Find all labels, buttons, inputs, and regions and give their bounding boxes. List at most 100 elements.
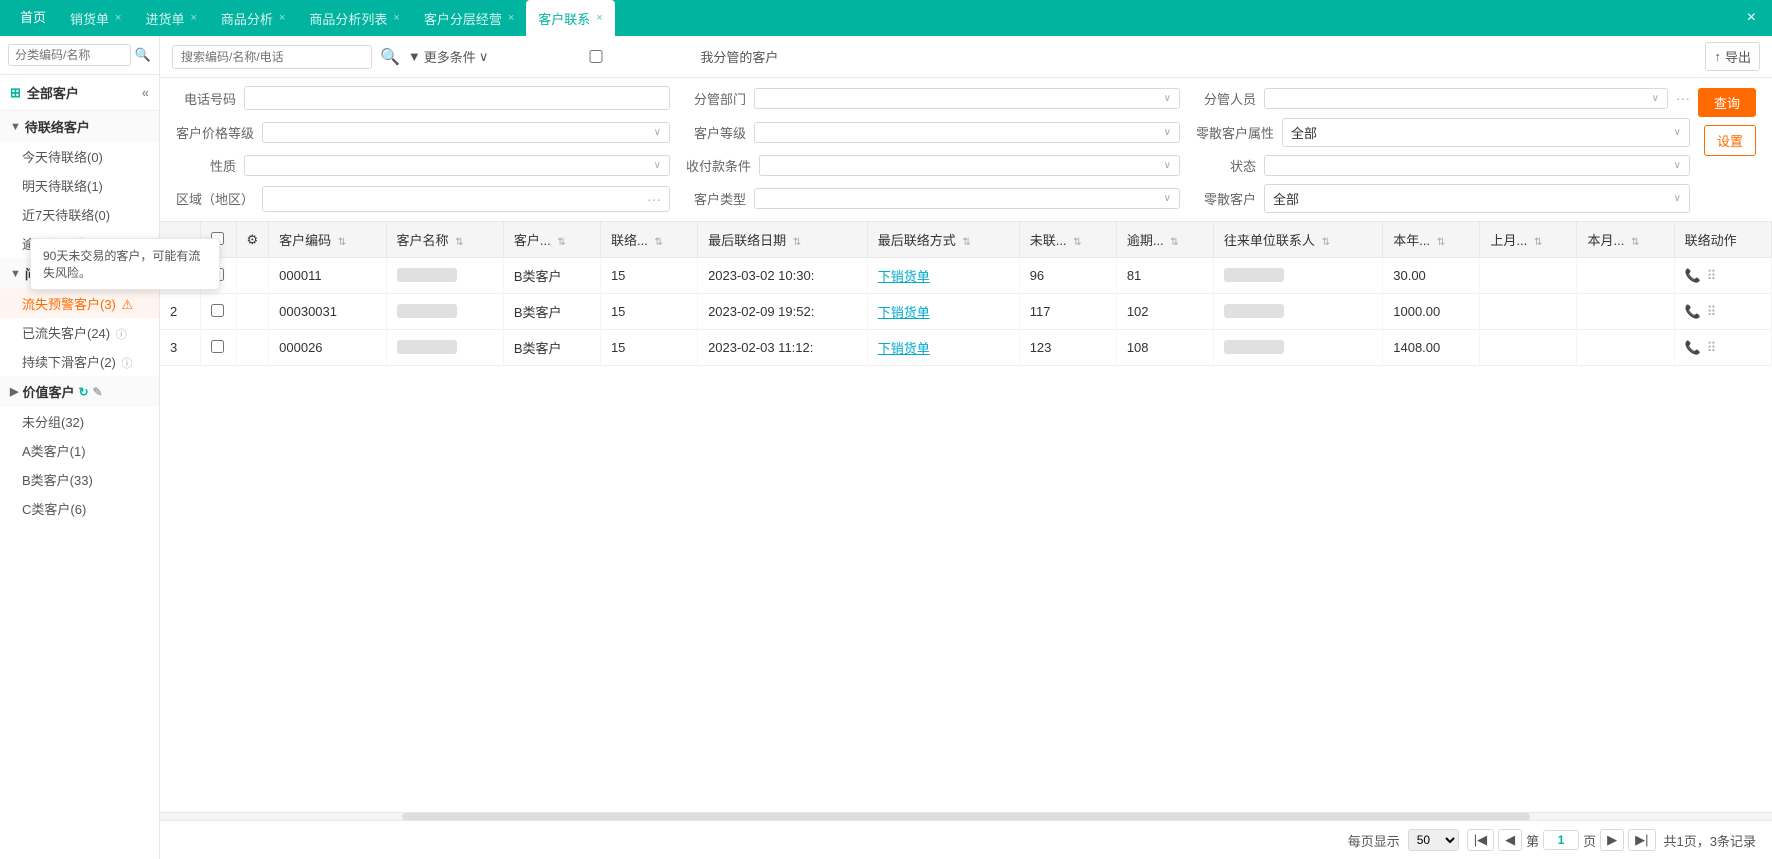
filter-retail-attr-select[interactable]: 全部 ∨ xyxy=(1282,118,1690,147)
next-page-button[interactable]: ▶ xyxy=(1600,829,1624,851)
sort-icon-name[interactable]: ⇅ xyxy=(455,237,463,248)
cell-name xyxy=(386,258,503,294)
prev-page-button[interactable]: ◀ xyxy=(1498,829,1522,851)
sidebar-item-ungrouped[interactable]: 未分组(32) xyxy=(0,407,159,436)
more-button-region[interactable]: ··· xyxy=(647,191,661,207)
filter-person-select[interactable]: ∨ xyxy=(1264,88,1668,109)
filter-nature-select[interactable]: ∨ xyxy=(244,155,670,176)
collapse-icon[interactable]: « xyxy=(142,85,149,100)
nav-tab-shangpin-fenxi[interactable]: 商品分析 × xyxy=(209,0,297,36)
filter-settings-button[interactable]: 设置 xyxy=(1704,125,1756,156)
search-input[interactable] xyxy=(172,45,372,69)
action-phone-icon[interactable]: 📞 xyxy=(1685,304,1701,320)
sidebar-all-customers[interactable]: ⊞ 全部客户 « xyxy=(0,75,159,111)
row-checkbox[interactable] xyxy=(211,340,224,353)
cell-checkbox[interactable] xyxy=(200,294,236,330)
sort-icon-contact[interactable]: ⇅ xyxy=(654,237,662,248)
filter-status-select[interactable]: ∨ xyxy=(1264,155,1690,176)
th-last-month: 上月... ⇅ xyxy=(1480,222,1577,258)
action-more-icon[interactable]: ⠿ xyxy=(1707,340,1717,356)
filter-customer-level-select[interactable]: ∨ xyxy=(754,122,1180,143)
row-checkbox[interactable] xyxy=(211,304,224,317)
close-tab-shangpin-fenxi[interactable]: × xyxy=(279,12,285,24)
cell-last-method[interactable]: 下销货单 xyxy=(867,258,1019,294)
last-method-link[interactable]: 下销货单 xyxy=(878,305,930,320)
filter-payment-select[interactable]: ∨ xyxy=(759,155,1180,176)
my-customer-checkbox[interactable] xyxy=(496,50,696,63)
sort-icon-ty[interactable]: ⇅ xyxy=(1437,237,1445,248)
filter-price-level-select[interactable]: ∨ xyxy=(262,122,670,143)
action-phone-icon[interactable]: 📞 xyxy=(1685,268,1701,284)
nav-tab-kehu-fenceng[interactable]: 客户分层经营 × xyxy=(412,0,526,36)
filter-region-select[interactable]: ··· xyxy=(262,186,670,212)
sidebar-item-declining[interactable]: 持续下滑客户(2) ⓘ xyxy=(0,347,159,376)
sort-icon-nc[interactable]: ⇅ xyxy=(1073,237,1081,248)
cell-last-month xyxy=(1480,294,1577,330)
close-tab-xiaohuo[interactable]: × xyxy=(115,12,121,24)
sidebar-item-7days[interactable]: 近7天待联络(0) xyxy=(0,200,159,229)
sidebar-item-today[interactable]: 今天待联络(0) xyxy=(0,142,159,171)
sidebar-item-lost[interactable]: 已流失客户(24) ⓘ xyxy=(0,318,159,347)
close-window-button[interactable]: × xyxy=(1739,9,1764,27)
last-method-link[interactable]: 下销货单 xyxy=(878,341,930,356)
sort-icon-tm[interactable]: ⇅ xyxy=(1631,237,1639,248)
per-page-select[interactable]: 50 100 200 xyxy=(1408,829,1459,851)
sidebar-item-b-class[interactable]: B类客户(33) xyxy=(0,465,159,494)
more-button-person[interactable]: ··· xyxy=(1676,90,1690,106)
sidebar-item-lost-warning[interactable]: 流失预警客户(3) ⚠ xyxy=(0,289,159,318)
cell-last-method[interactable]: 下销货单 xyxy=(867,330,1019,366)
close-tab-kehu-fenceng[interactable]: × xyxy=(508,12,514,24)
first-page-button[interactable]: |◀ xyxy=(1467,829,1494,851)
my-customer-checkbox-wrap[interactable]: 我分管的客户 xyxy=(496,47,778,66)
export-button[interactable]: ↑ 导出 xyxy=(1705,42,1760,71)
close-tab-kehu-lianxi[interactable]: × xyxy=(596,12,602,24)
nav-tab-jinghuo[interactable]: 进货单 × xyxy=(133,0,208,36)
sidebar-group-waiting[interactable]: ▼ 待联络客户 xyxy=(0,111,159,142)
nav-home[interactable]: 首页 xyxy=(8,0,58,36)
filter-dept-select[interactable]: ∨ xyxy=(754,88,1180,109)
chevron-down-icon-rc: ∨ xyxy=(1674,193,1681,204)
scrollbar-area[interactable] xyxy=(160,812,1772,820)
nav-tab-kehu-lianxi[interactable]: 客户联系 × xyxy=(526,0,614,36)
refresh-icon[interactable]: ↻ xyxy=(78,385,88,399)
cell-checkbox[interactable] xyxy=(200,330,236,366)
sort-icon-overdue[interactable]: ⇅ xyxy=(1170,237,1178,248)
th-unit-contact: 往来单位联系人 ⇅ xyxy=(1213,222,1382,258)
search-button[interactable]: 🔍 xyxy=(380,47,400,67)
filter-phone-input[interactable] xyxy=(244,86,670,110)
filter-button[interactable]: ▼ 更多条件 ∨ xyxy=(408,47,488,66)
sidebar-item-a-class[interactable]: A类客户(1) xyxy=(0,436,159,465)
edit-icon[interactable]: ✎ xyxy=(93,385,103,399)
sidebar-search-area: 🔍 xyxy=(0,36,159,75)
page-input[interactable] xyxy=(1543,830,1579,850)
sidebar-item-c-class[interactable]: C类客户(6) xyxy=(0,494,159,523)
action-phone-icon[interactable]: 📞 xyxy=(1685,340,1701,356)
sort-icon-method[interactable]: ⇅ xyxy=(962,237,970,248)
sidebar-search-icon[interactable]: 🔍 xyxy=(135,47,151,63)
sidebar-group-value[interactable]: ▶ 价值客户 ↻ ✎ xyxy=(0,376,159,407)
action-more-icon[interactable]: ⠿ xyxy=(1707,304,1717,320)
nav-tab-xiaohuo[interactable]: 销货单 × xyxy=(58,0,133,36)
filter-customer-type-select[interactable]: ∨ xyxy=(754,188,1180,209)
sidebar-search-input[interactable] xyxy=(8,44,131,66)
th-settings[interactable]: ⚙ xyxy=(236,222,269,258)
sort-icon-code[interactable]: ⇅ xyxy=(338,237,346,248)
filter-phone-label: 电话号码 xyxy=(176,89,236,108)
cell-last-method[interactable]: 下销货单 xyxy=(867,294,1019,330)
sort-icon-date[interactable]: ⇅ xyxy=(793,237,801,248)
close-tab-jinghuo[interactable]: × xyxy=(190,12,196,24)
sort-icon-type[interactable]: ⇅ xyxy=(557,237,565,248)
sidebar-item-tomorrow[interactable]: 明天待联络(1) xyxy=(0,171,159,200)
cell-this-year: 30.00 xyxy=(1383,258,1480,294)
nav-tab-shangpin-list[interactable]: 商品分析列表 × xyxy=(297,0,411,36)
last-page-button[interactable]: ▶| xyxy=(1628,829,1655,851)
table-footer: 每页显示 50 100 200 |◀ ◀ 第 页 ▶ ▶| 共1页，3条记录 xyxy=(160,820,1772,859)
cell-overdue: 108 xyxy=(1116,330,1213,366)
query-button[interactable]: 查询 xyxy=(1698,88,1756,117)
last-method-link[interactable]: 下销货单 xyxy=(878,269,930,284)
sort-icon-lm[interactable]: ⇅ xyxy=(1534,237,1542,248)
sort-icon-uc[interactable]: ⇅ xyxy=(1322,237,1330,248)
close-tab-shangpin-list[interactable]: × xyxy=(393,12,399,24)
action-more-icon[interactable]: ⠿ xyxy=(1707,268,1717,284)
filter-retail-customer-select[interactable]: 全部 ∨ xyxy=(1264,184,1690,213)
